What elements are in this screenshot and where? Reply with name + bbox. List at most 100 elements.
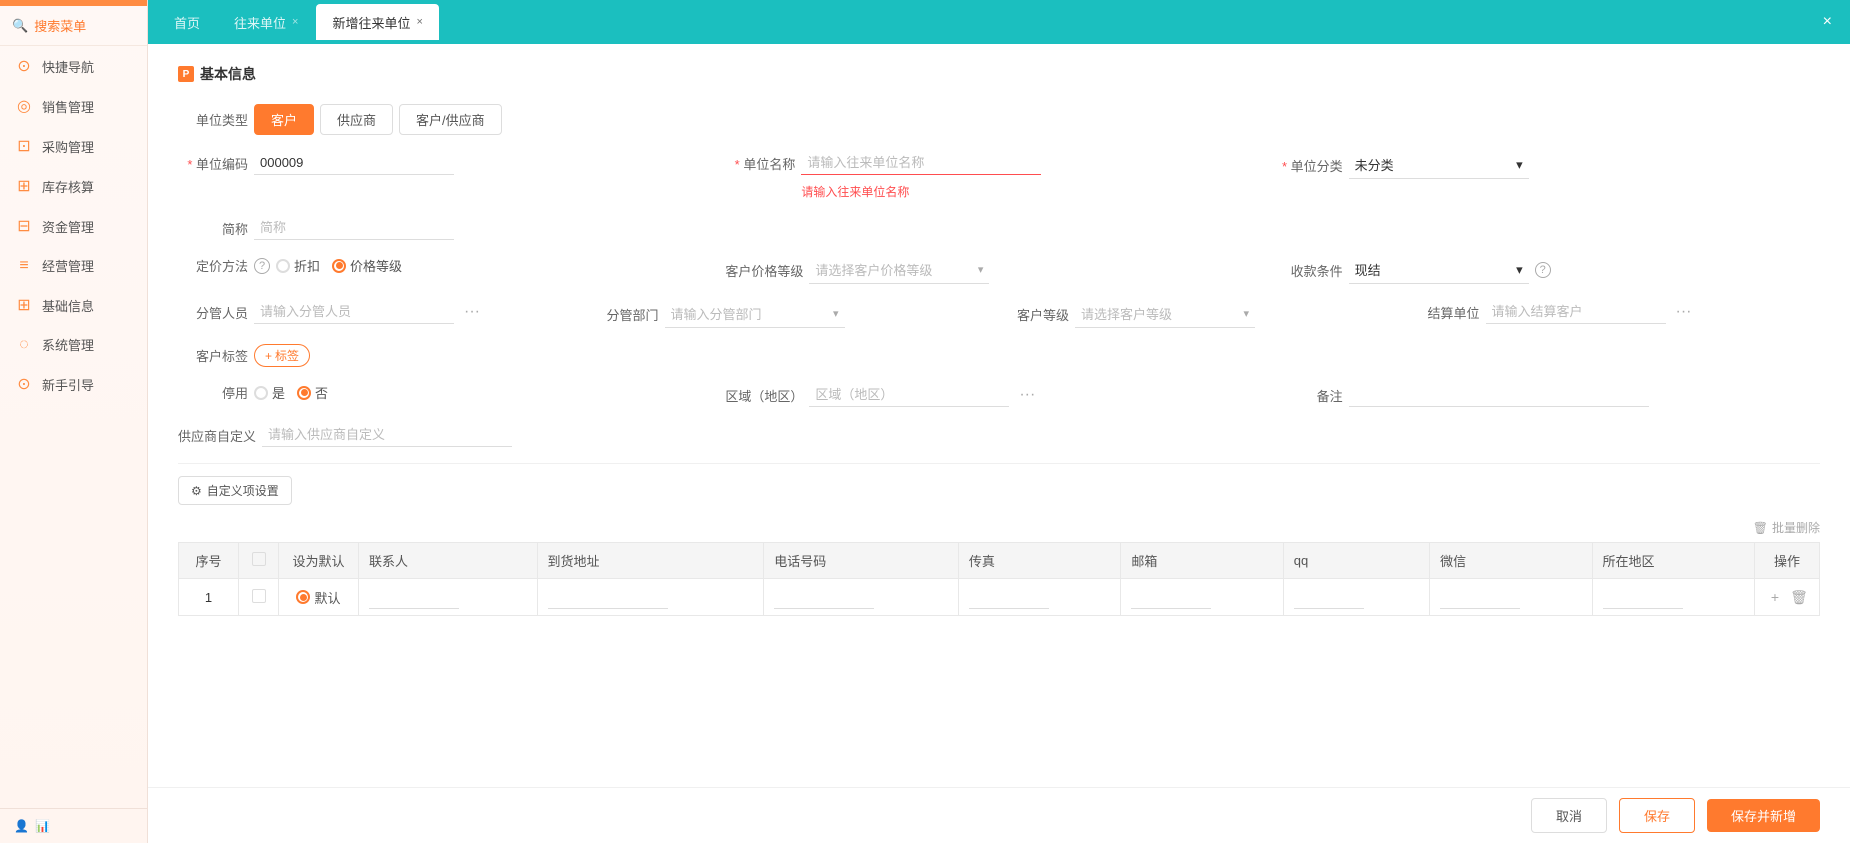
row-checkbox[interactable]: [252, 589, 266, 603]
row-default-radio-circle: [296, 590, 310, 604]
chevron-down-icon: ▾: [1516, 157, 1523, 173]
row-qq-input[interactable]: [1294, 585, 1364, 609]
sidebar-item-quick-nav[interactable]: ⊙ 快捷导航: [0, 46, 147, 86]
delete-row-btn[interactable]: 🗑: [1789, 587, 1809, 607]
section-title-icon: P: [178, 66, 194, 82]
tab-new-contact-close[interactable]: ×: [416, 16, 422, 28]
department-placeholder: 请输入分管部门: [671, 304, 762, 323]
disabled-radio-yes[interactable]: 是: [254, 383, 285, 402]
radio-circle-yes: [254, 386, 268, 400]
custom-settings-btn[interactable]: ⚙ 自定义项设置: [178, 476, 292, 505]
unit-code-input[interactable]: [254, 151, 454, 175]
manager-label: 分管人员: [178, 303, 248, 322]
customer-price-level-placeholder: 请选择客户价格等级: [815, 260, 932, 279]
row-qq: [1283, 579, 1429, 616]
row-default: 默认: [279, 579, 359, 616]
search-icon: 🔍: [12, 18, 28, 34]
row-action-buttons: + 🗑: [1765, 587, 1809, 607]
row-phone-input[interactable]: [774, 585, 874, 609]
table-row: 1 默认: [179, 579, 1820, 616]
manager-row: 分管人员 ··· 分管部门 请输入分管部门 ▾ 客户等级 请选择客户等级 ▾ 结…: [178, 300, 1820, 328]
code-name-row: 单位编码 单位名称 请输入往来单位名称 单位分类 未分类 ▾: [178, 151, 1820, 200]
sidebar-item-label: 采购管理: [42, 137, 94, 156]
sidebar-item-inventory[interactable]: ⊞ 库存核算: [0, 166, 147, 206]
tab-bar: 首页 往来单位 × 新增往来单位 × ×: [148, 0, 1850, 44]
unit-btn-supplier[interactable]: 供应商: [320, 104, 393, 135]
region-dots-btn[interactable]: ···: [1015, 386, 1039, 404]
region-label: 区域（地区）: [725, 386, 803, 405]
sidebar-item-basic-info[interactable]: ⊞ 基础信息: [0, 285, 147, 325]
unit-code-group: 单位编码: [178, 151, 725, 175]
row-actions: + 🗑: [1755, 579, 1820, 616]
sidebar-item-sales[interactable]: ◎ 销售管理: [0, 86, 147, 126]
save-new-button[interactable]: 保存并新增: [1707, 799, 1820, 832]
row-address-input[interactable]: [548, 585, 668, 609]
pricing-help-icon[interactable]: ?: [254, 258, 270, 274]
form-content: P 基本信息 单位类型 客户 供应商 客户/供应商 单位编码: [148, 44, 1850, 787]
row-location-input[interactable]: [1603, 585, 1683, 609]
add-row-btn[interactable]: +: [1765, 587, 1785, 607]
manager-dots-btn[interactable]: ···: [460, 303, 484, 321]
tab-contacts-close[interactable]: ×: [292, 16, 298, 28]
batch-delete-label[interactable]: 批量删除: [1772, 519, 1820, 536]
sidebar-item-guide[interactable]: ⊙ 新手引导: [0, 364, 147, 404]
row-email-input[interactable]: [1131, 585, 1211, 609]
unit-category-value: 未分类: [1355, 155, 1394, 174]
row-default-radio[interactable]: 默认: [289, 588, 348, 607]
sidebar-item-label: 基础信息: [42, 296, 94, 315]
row-wechat: [1430, 579, 1592, 616]
unit-btn-customer[interactable]: 客户: [254, 104, 314, 135]
sidebar-item-finance[interactable]: ⊟ 资金管理: [0, 206, 147, 246]
sidebar-item-label: 销售管理: [42, 97, 94, 116]
sidebar-item-label: 资金管理: [42, 217, 94, 236]
sidebar-item-system[interactable]: ◌ 系统管理: [0, 325, 147, 364]
sidebar-item-label: 快捷导航: [42, 57, 94, 76]
short-name-row: 简称: [178, 216, 1820, 240]
customer-price-level-select[interactable]: 请选择客户价格等级 ▾: [809, 256, 989, 284]
tab-contacts[interactable]: 往来单位 ×: [218, 4, 314, 40]
select-all-checkbox[interactable]: [252, 552, 266, 566]
department-select[interactable]: 请输入分管部门 ▾: [665, 300, 845, 328]
unit-category-select[interactable]: 未分类 ▾: [1349, 151, 1529, 179]
add-tag-btn[interactable]: + 标签: [254, 344, 310, 367]
row-fax-input[interactable]: [969, 585, 1049, 609]
disabled-radio-no[interactable]: 否: [297, 383, 328, 402]
manager-input[interactable]: [254, 300, 454, 324]
remark-input[interactable]: [1349, 383, 1649, 407]
save-button[interactable]: 保存: [1619, 798, 1695, 833]
sidebar-item-label: 库存核算: [42, 177, 94, 196]
sidebar-item-purchase[interactable]: ⊡ 采购管理: [0, 126, 147, 166]
row-contact-input[interactable]: [369, 585, 459, 609]
region-input[interactable]: [809, 383, 1009, 407]
add-tag-label: 标签: [275, 347, 299, 364]
pricing-level-label: 价格等级: [350, 256, 402, 275]
pricing-radio-discount[interactable]: 折扣: [276, 256, 320, 275]
payment-terms-help-icon[interactable]: ?: [1535, 262, 1551, 278]
section-title-text: 基本信息: [200, 64, 256, 84]
sidebar-item-operations[interactable]: ≡ 经营管理: [0, 246, 147, 285]
window-close-btn[interactable]: ×: [1815, 13, 1840, 31]
pricing-radio-level[interactable]: 价格等级: [332, 256, 402, 275]
sidebar-search[interactable]: 🔍 搜索菜单: [0, 6, 147, 46]
supplier-custom-input[interactable]: [262, 423, 512, 447]
code-name-category-wrapper: 单位编码 单位名称 请输入往来单位名称 单位分类 未分类 ▾: [178, 151, 1820, 200]
short-name-input[interactable]: [254, 216, 454, 240]
tab-home[interactable]: 首页: [158, 4, 216, 40]
cancel-button[interactable]: 取消: [1531, 798, 1607, 833]
row-email: [1121, 579, 1283, 616]
sidebar-item-label: 新手引导: [42, 375, 94, 394]
unit-name-input[interactable]: [801, 151, 1041, 175]
unit-name-label: 单位名称: [725, 154, 795, 173]
sidebar-bottom: 👤📊: [0, 808, 147, 843]
customer-level-select[interactable]: 请选择客户等级 ▾: [1075, 300, 1255, 328]
payment-terms-group: 收款条件 现结 ▾ ?: [1273, 256, 1820, 284]
settlement-unit-input[interactable]: [1486, 300, 1666, 324]
row-wechat-input[interactable]: [1440, 585, 1520, 609]
row-address: [537, 579, 764, 616]
tab-new-contact[interactable]: 新增往来单位 ×: [316, 4, 438, 40]
unit-btn-both[interactable]: 客户/供应商: [399, 104, 502, 135]
short-name-label: 简称: [178, 219, 248, 238]
unit-name-error: 请输入往来单位名称: [801, 183, 909, 200]
settlement-dots-btn[interactable]: ···: [1672, 303, 1696, 321]
payment-terms-select[interactable]: 现结 ▾: [1349, 256, 1529, 284]
